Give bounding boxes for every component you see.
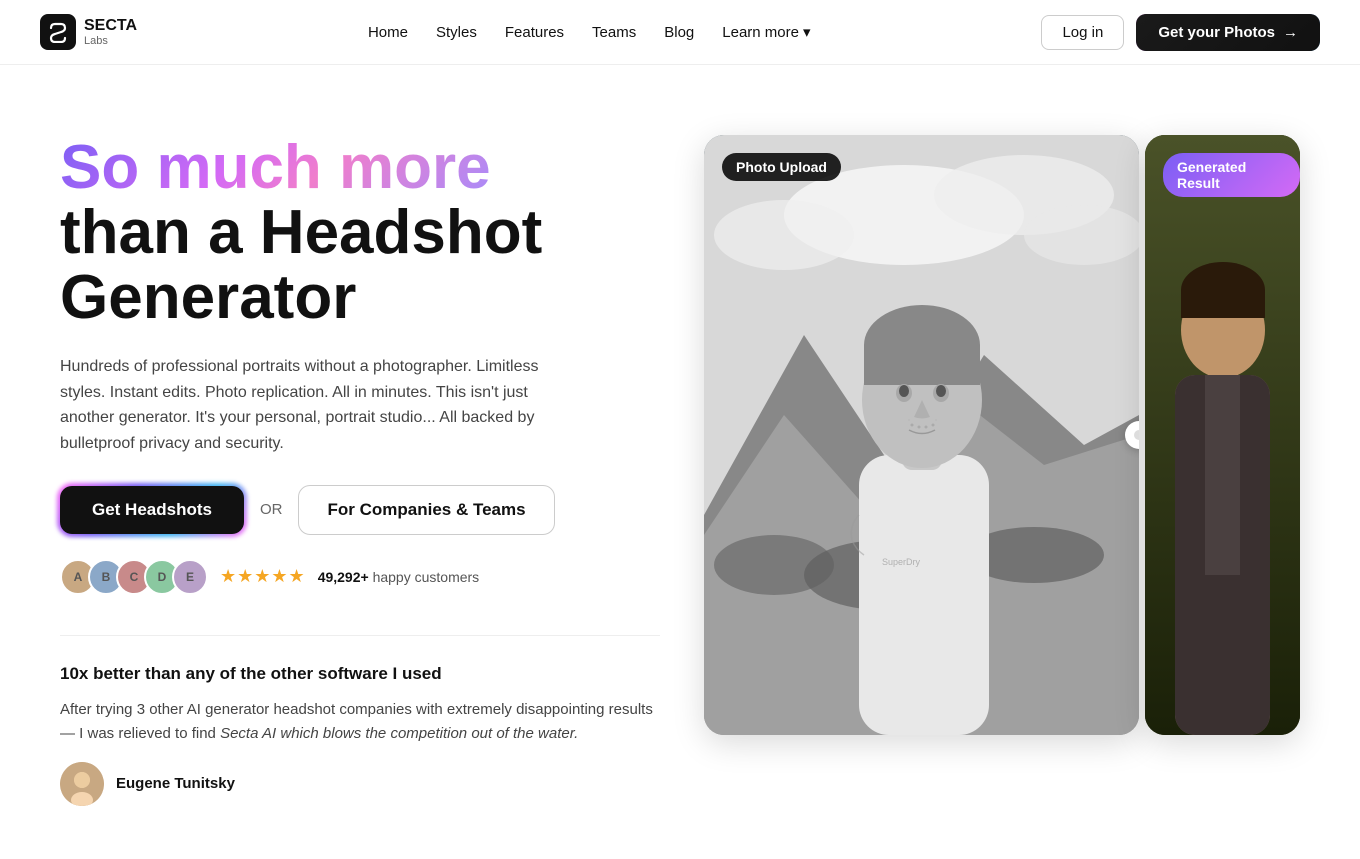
testimonial-body: After trying 3 other AI generator headsh… — [60, 698, 660, 746]
social-proof: A B C D E ★★★★★ 49,292+ happy customers — [60, 559, 660, 595]
nav-home[interactable]: Home — [368, 24, 408, 41]
avatar-5: E — [172, 559, 208, 595]
logo-sub: Labs — [84, 35, 137, 47]
hero-left: So much more than a Headshot Generator H… — [60, 135, 660, 806]
nav-blog[interactable]: Blog — [664, 24, 694, 41]
generated-result-card: Generated Result — [1145, 135, 1300, 735]
customers-count: 49,292+ happy customers — [318, 569, 480, 585]
companies-teams-button[interactable]: For Companies & Teams — [298, 485, 554, 535]
generated-result-badge: Generated Result — [1163, 153, 1300, 197]
hero-title-gradient: So much more — [60, 133, 491, 202]
hero-description: Hundreds of professional portraits witho… — [60, 354, 560, 456]
get-headshots-wrapper: Get Headshots — [60, 486, 244, 534]
nav-features[interactable]: Features — [505, 24, 564, 41]
logo-name: SECTA — [84, 17, 137, 35]
nav-links: Home Styles Features Teams Blog Learn mo… — [368, 23, 811, 41]
testimonial-title: 10x better than any of the other softwar… — [60, 664, 660, 684]
logo-icon — [40, 14, 76, 50]
logo-text-block: SECTA Labs — [84, 17, 137, 47]
nav-actions: Log in Get your Photos → — [1041, 14, 1320, 51]
stars-rating: ★★★★★ — [220, 566, 306, 587]
svg-text:SuperDry: SuperDry — [882, 557, 921, 567]
login-button[interactable]: Log in — [1041, 15, 1124, 50]
testimonial-section: 10x better than any of the other softwar… — [60, 635, 660, 806]
author-avatar-svg — [60, 762, 104, 806]
result-background — [1145, 135, 1300, 735]
get-photos-button[interactable]: Get your Photos → — [1136, 14, 1320, 51]
nav-styles[interactable]: Styles — [436, 24, 477, 41]
portrait-image: SuperDry — [704, 135, 1139, 735]
hero-title-line1: than a Headshot — [60, 198, 542, 267]
hero-right: SuperDry Photo Upload — [700, 135, 1300, 735]
author-name: Eugene Tunitsky — [116, 775, 235, 792]
testimonial-author: Eugene Tunitsky — [60, 762, 660, 806]
get-headshots-button[interactable]: Get Headshots — [60, 486, 244, 534]
hero-title: So much more than a Headshot Generator — [60, 135, 660, 330]
or-separator: OR — [260, 501, 283, 518]
nav-learn-more[interactable]: Learn more ▾ — [722, 23, 810, 41]
result-image — [1145, 135, 1300, 735]
portrait-background: SuperDry — [704, 135, 1139, 735]
hero-buttons: Get Headshots OR For Companies & Teams — [60, 485, 660, 535]
chevron-down-icon: ▾ — [803, 23, 811, 41]
photo-upload-card: SuperDry Photo Upload — [704, 135, 1139, 735]
arrow-icon: → — [1283, 24, 1298, 41]
customer-avatars: A B C D E — [60, 559, 208, 595]
navbar: SECTA Labs Home Styles Features Teams Bl… — [0, 0, 1360, 65]
photo-upload-badge: Photo Upload — [722, 153, 841, 181]
logo-link[interactable]: SECTA Labs — [40, 14, 137, 50]
hero-title-line2: Generator — [60, 263, 356, 332]
author-avatar — [60, 762, 104, 806]
nav-teams[interactable]: Teams — [592, 24, 636, 41]
hero-section: So much more than a Headshot Generator H… — [0, 65, 1360, 846]
